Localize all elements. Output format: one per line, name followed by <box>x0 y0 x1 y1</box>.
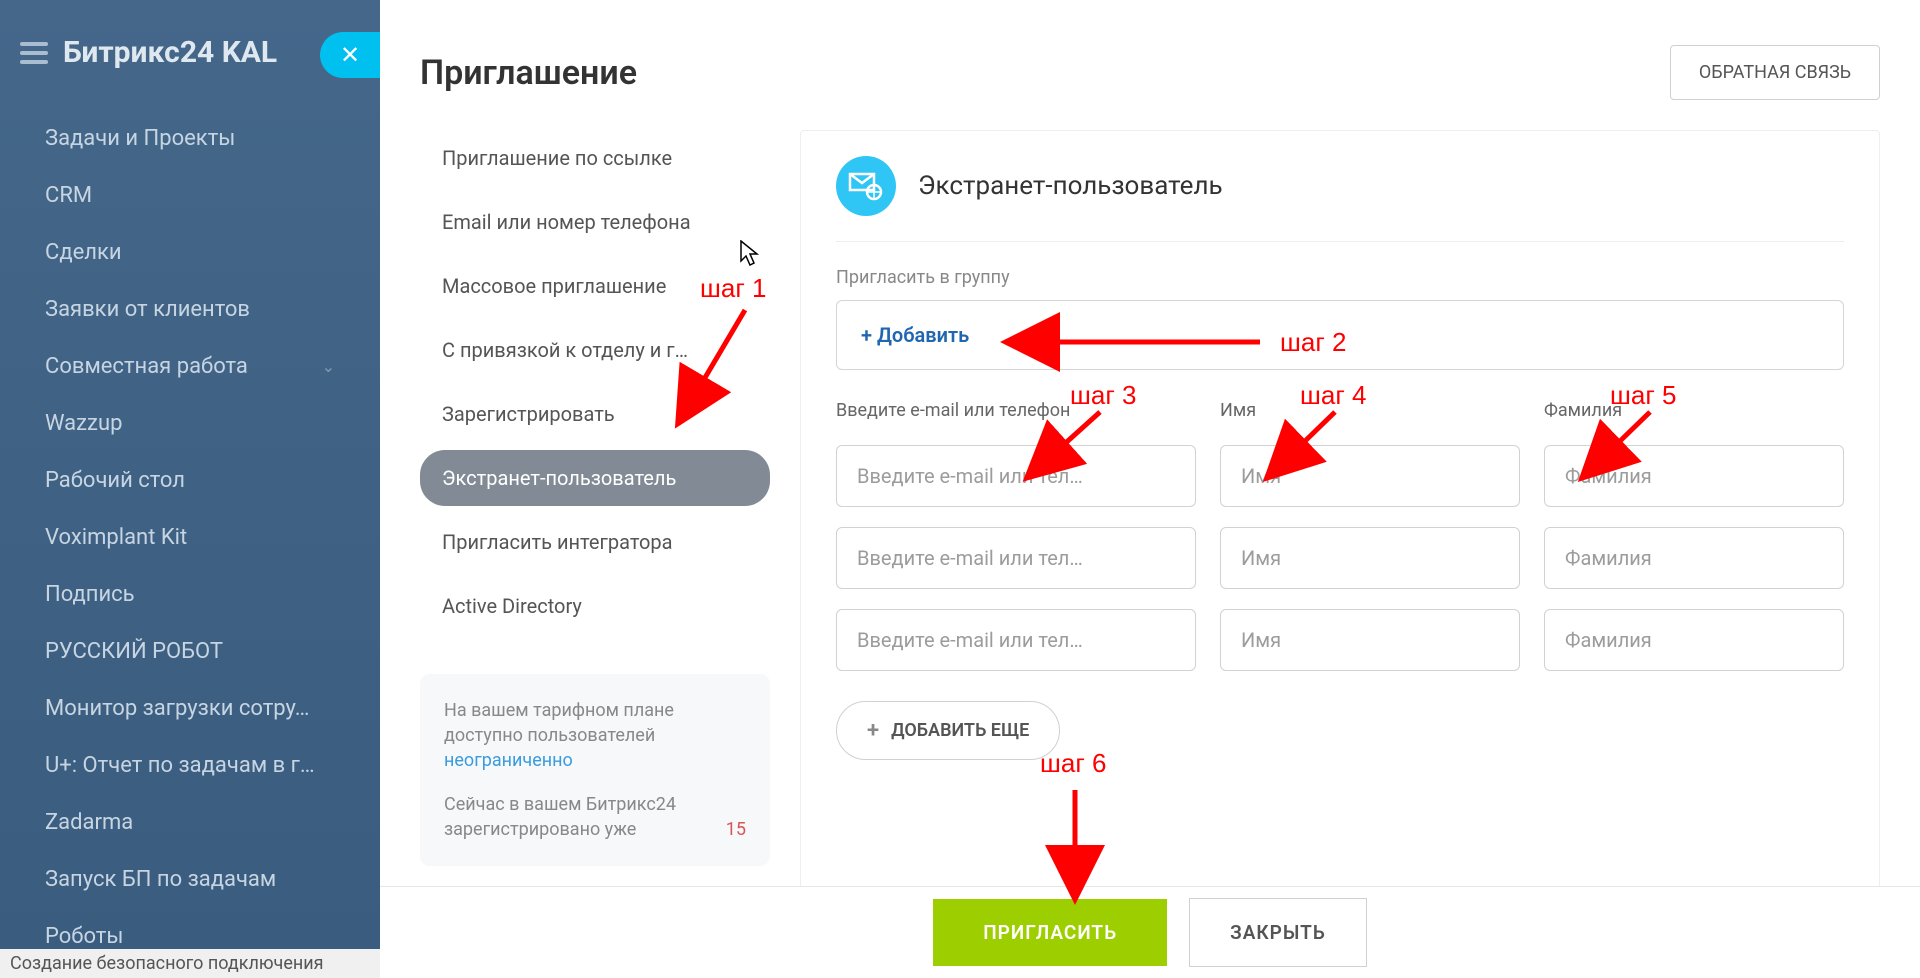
sidebar-item[interactable]: Voximplant Kit <box>0 509 380 566</box>
sidebar-item[interactable]: Сделки <box>0 224 380 281</box>
label-surname: Фамилия <box>1544 400 1844 421</box>
add-more-button[interactable]: + ДОБАВИТЬ ЕЩЕ <box>836 701 1060 760</box>
invite-menu-item[interactable]: Массовое приглашение <box>420 258 770 314</box>
sidebar-item[interactable]: Wazzup <box>0 395 380 452</box>
sidebar-item[interactable]: U+: Отчет по задачам в г… <box>0 737 380 794</box>
invite-menu: Приглашение по ссылке Email или номер тел… <box>420 130 770 978</box>
registered-label: Сейчас в вашем Битрикс24 зарегистрирован… <box>444 794 676 840</box>
cursor-icon <box>740 240 762 272</box>
invite-button[interactable]: ПРИГЛАСИТЬ <box>933 899 1167 966</box>
email-input-2[interactable] <box>836 527 1196 589</box>
body-row: Приглашение по ссылке Email или номер тел… <box>380 130 1920 978</box>
invite-menu-item[interactable]: Приглашение по ссылке <box>420 130 770 186</box>
name-input-3[interactable] <box>1220 609 1520 671</box>
envelope-globe-icon <box>836 156 896 216</box>
label-name: Имя <box>1220 400 1520 421</box>
sidebar-item[interactable]: Задачи и Проекты <box>0 110 380 167</box>
label-email: Введите e-mail или телефон <box>836 400 1196 421</box>
footer-bar: ПРИГЛАСИТЬ ЗАКРЫТЬ <box>380 886 1920 978</box>
surname-input-1[interactable] <box>1544 445 1844 507</box>
surname-input-2[interactable] <box>1544 527 1844 589</box>
plan-users-value: неограниченно <box>444 750 573 771</box>
invite-menu-item[interactable]: Экстранет-пользователь <box>420 450 770 506</box>
sidebar-item[interactable]: Подпись <box>0 566 380 623</box>
email-input-3[interactable] <box>836 609 1196 671</box>
add-group-button[interactable]: + Добавить <box>836 300 1844 370</box>
invite-menu-item[interactable]: С привязкой к отделу и г… <box>420 322 770 378</box>
plan-info-card: На вашем тарифном плане доступно пользов… <box>420 674 770 866</box>
page-title: Приглашение <box>420 53 637 93</box>
content-title: Экстранет-пользователь <box>918 171 1223 201</box>
registered-count: 15 <box>726 817 746 842</box>
invite-menu-item[interactable]: Email или номер телефона <box>420 194 770 250</box>
invite-menu-item[interactable]: Пригласить интегратора <box>420 514 770 570</box>
content-column: Экстранет-пользователь Пригласить в груп… <box>800 130 1880 978</box>
sidebar-nav: Задачи и ПроектыCRMСделкиЗаявки от клиен… <box>0 100 380 965</box>
name-input-1[interactable] <box>1220 445 1520 507</box>
main-header: Приглашение ОБРАТНАЯ СВЯЗЬ <box>380 0 1920 130</box>
plus-icon: + <box>867 718 879 743</box>
chevron-down-icon: ⌄ <box>322 357 335 376</box>
invite-form-grid: Введите e-mail или телефон Имя Фамилия <box>836 400 1844 671</box>
sidebar-item[interactable]: Совместная работа⌄ <box>0 338 380 395</box>
sidebar-header: Битрикс24 KAL ✕ <box>0 0 380 100</box>
close-icon[interactable]: ✕ <box>320 32 380 78</box>
sidebar-item[interactable]: Zadarma <box>0 794 380 851</box>
sidebar-item[interactable]: Заявки от клиентов <box>0 281 380 338</box>
invite-menu-item[interactable]: Зарегистрировать <box>420 386 770 442</box>
sidebar-item[interactable]: Запуск БП по задачам <box>0 851 380 908</box>
sidebar-item[interactable]: РУССКИЙ РОБОТ <box>0 623 380 680</box>
brand-title: Битрикс24 KAL <box>63 35 277 70</box>
main-panel: Приглашение ОБРАТНАЯ СВЯЗЬ Приглашение п… <box>380 0 1920 978</box>
sidebar-item[interactable]: CRM <box>0 167 380 224</box>
group-label: Пригласить в группу <box>836 267 1844 288</box>
sidebar-item[interactable]: Монитор загрузки сотру… <box>0 680 380 737</box>
name-input-2[interactable] <box>1220 527 1520 589</box>
email-input-1[interactable] <box>836 445 1196 507</box>
app-sidebar: Битрикс24 KAL ✕ Задачи и ПроектыCRMСделк… <box>0 0 380 970</box>
plan-users-label: На вашем тарифном плане доступно пользов… <box>444 700 674 746</box>
close-button[interactable]: ЗАКРЫТЬ <box>1189 898 1367 967</box>
surname-input-3[interactable] <box>1544 609 1844 671</box>
invite-menu-item[interactable]: Active Directory <box>420 578 770 634</box>
sidebar-item[interactable]: Рабочий стол <box>0 452 380 509</box>
hamburger-icon[interactable] <box>20 42 48 64</box>
add-more-label: ДОБАВИТЬ ЕЩЕ <box>891 720 1029 741</box>
feedback-button[interactable]: ОБРАТНАЯ СВЯЗЬ <box>1670 45 1880 100</box>
